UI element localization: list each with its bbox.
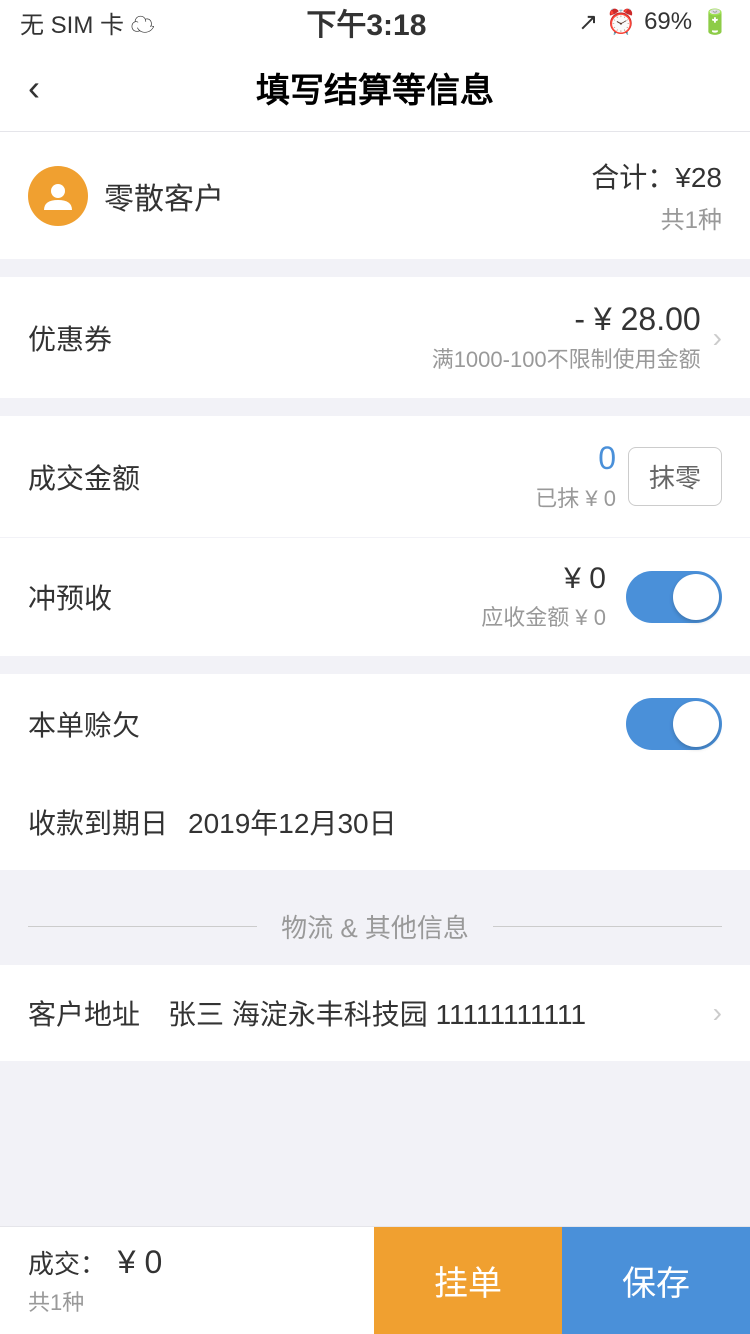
- address-chevron-icon: ›: [713, 997, 722, 1029]
- bottom-deal-line: 成交： ¥ 0: [28, 1244, 346, 1281]
- transaction-right: 0 已抹 ¥ 0 抹零: [535, 440, 722, 513]
- status-bar: 无 SIM 卡 ☁ 下午3:18 ↗ ⏰ 69% 🔋: [0, 0, 750, 44]
- bottom-count: 共1种: [28, 1285, 346, 1317]
- due-date-value: 2019年12月30日: [188, 802, 397, 842]
- content-area: 零散客户 合计：¥28 共1种 优惠券 - ¥ 28.00 满1000-100不…: [0, 132, 750, 1199]
- back-button[interactable]: ‹: [28, 67, 40, 109]
- logistics-label: 物流 & 其他信息: [257, 908, 493, 945]
- total-count: 共1种: [591, 200, 722, 235]
- debt-right: [626, 698, 722, 750]
- page-title: 填写结算等信息: [256, 63, 494, 112]
- pre-collect-label: 冲预收: [28, 577, 112, 617]
- pending-button[interactable]: 挂单: [374, 1227, 562, 1334]
- debt-card: 本单赊欠 收款到期日 2019年12月30日: [0, 674, 750, 870]
- customer-row: 零散客户 合计：¥28 共1种: [0, 132, 750, 259]
- pre-collect-main: ¥ 0: [481, 562, 606, 596]
- avatar-icon: [40, 178, 76, 214]
- transaction-sub: 已抹 ¥ 0: [535, 481, 616, 513]
- pre-collect-values: ¥ 0 应收金额 ¥ 0: [481, 562, 606, 632]
- debt-toggle-knob: [673, 701, 719, 747]
- transaction-row: 成交金额 0 已抹 ¥ 0 抹零: [0, 416, 750, 538]
- bottom-bar: 成交： ¥ 0 共1种 挂单 保存: [0, 1226, 750, 1334]
- pre-collect-sub: 应收金额 ¥ 0: [481, 600, 606, 632]
- transaction-card: 成交金额 0 已抹 ¥ 0 抹零 冲预收 ¥ 0 应收金额 ¥ 0: [0, 416, 750, 656]
- coupon-card: 优惠券 - ¥ 28.00 满1000-100不限制使用金额 ›: [0, 277, 750, 398]
- customer-left: 零散客户: [28, 166, 224, 226]
- customer-name: 零散客户: [104, 174, 224, 218]
- sim-status: 无 SIM 卡 ☁: [20, 5, 155, 40]
- battery-level: 69%: [644, 8, 692, 36]
- alarm-icon: ⏰: [606, 8, 636, 37]
- coupon-amount: - ¥ 28.00: [432, 301, 701, 338]
- status-time: 下午3:18: [306, 0, 426, 44]
- pre-collect-row: 冲预收 ¥ 0 应收金额 ¥ 0: [0, 538, 750, 656]
- address-row[interactable]: 客户地址 张三 海淀永丰科技园 11111111111 ›: [0, 965, 750, 1061]
- status-left: 无 SIM 卡 ☁: [20, 5, 155, 40]
- coupon-value-block: - ¥ 28.00 满1000-100不限制使用金额: [432, 301, 701, 374]
- toggle-knob: [673, 574, 719, 620]
- due-date-row: 收款到期日 2019年12月30日: [0, 774, 750, 870]
- bottom-deal-label: 成交：: [28, 1249, 106, 1279]
- coupon-right: - ¥ 28.00 满1000-100不限制使用金额 ›: [432, 301, 722, 374]
- debt-row: 本单赊欠: [0, 674, 750, 774]
- customer-card: 零散客户 合计：¥28 共1种: [0, 132, 750, 259]
- coupon-row[interactable]: 优惠券 - ¥ 28.00 满1000-100不限制使用金额 ›: [0, 277, 750, 398]
- nav-bar: ‹ 填写结算等信息: [0, 44, 750, 132]
- pre-collect-right: ¥ 0 应收金额 ¥ 0: [481, 562, 722, 632]
- customer-total: 合计：¥28 共1种: [591, 156, 722, 235]
- status-right: ↗ ⏰ 69% 🔋: [578, 8, 730, 37]
- coupon-desc: 满1000-100不限制使用金额: [432, 342, 701, 374]
- battery-icon: 🔋: [700, 8, 730, 37]
- coupon-chevron-icon: ›: [713, 322, 722, 354]
- debt-label: 本单赊欠: [28, 704, 140, 744]
- logistics-divider: 物流 & 其他信息: [0, 888, 750, 965]
- avatar: [28, 166, 88, 226]
- save-button[interactable]: 保存: [562, 1227, 750, 1334]
- coupon-label: 优惠券: [28, 318, 112, 358]
- location-icon: ↗: [578, 8, 598, 37]
- transaction-label: 成交金额: [28, 457, 140, 497]
- round-zero-button[interactable]: 抹零: [628, 447, 722, 506]
- address-card[interactable]: 客户地址 张三 海淀永丰科技园 11111111111 ›: [0, 965, 750, 1061]
- bottom-deal-amount: ¥ 0: [118, 1244, 162, 1280]
- transaction-value-block: 0 已抹 ¥ 0: [535, 440, 616, 513]
- due-date-label: 收款到期日: [28, 802, 168, 842]
- debt-toggle[interactable]: [626, 698, 722, 750]
- transaction-amount: 0: [535, 440, 616, 477]
- pre-collect-toggle[interactable]: [626, 571, 722, 623]
- total-amount: 合计：¥28: [591, 156, 722, 196]
- address-label: 客户地址: [28, 993, 140, 1033]
- address-value: 张三 海淀永丰科技园 11111111111: [168, 993, 701, 1033]
- bottom-info: 成交： ¥ 0 共1种: [0, 1244, 374, 1317]
